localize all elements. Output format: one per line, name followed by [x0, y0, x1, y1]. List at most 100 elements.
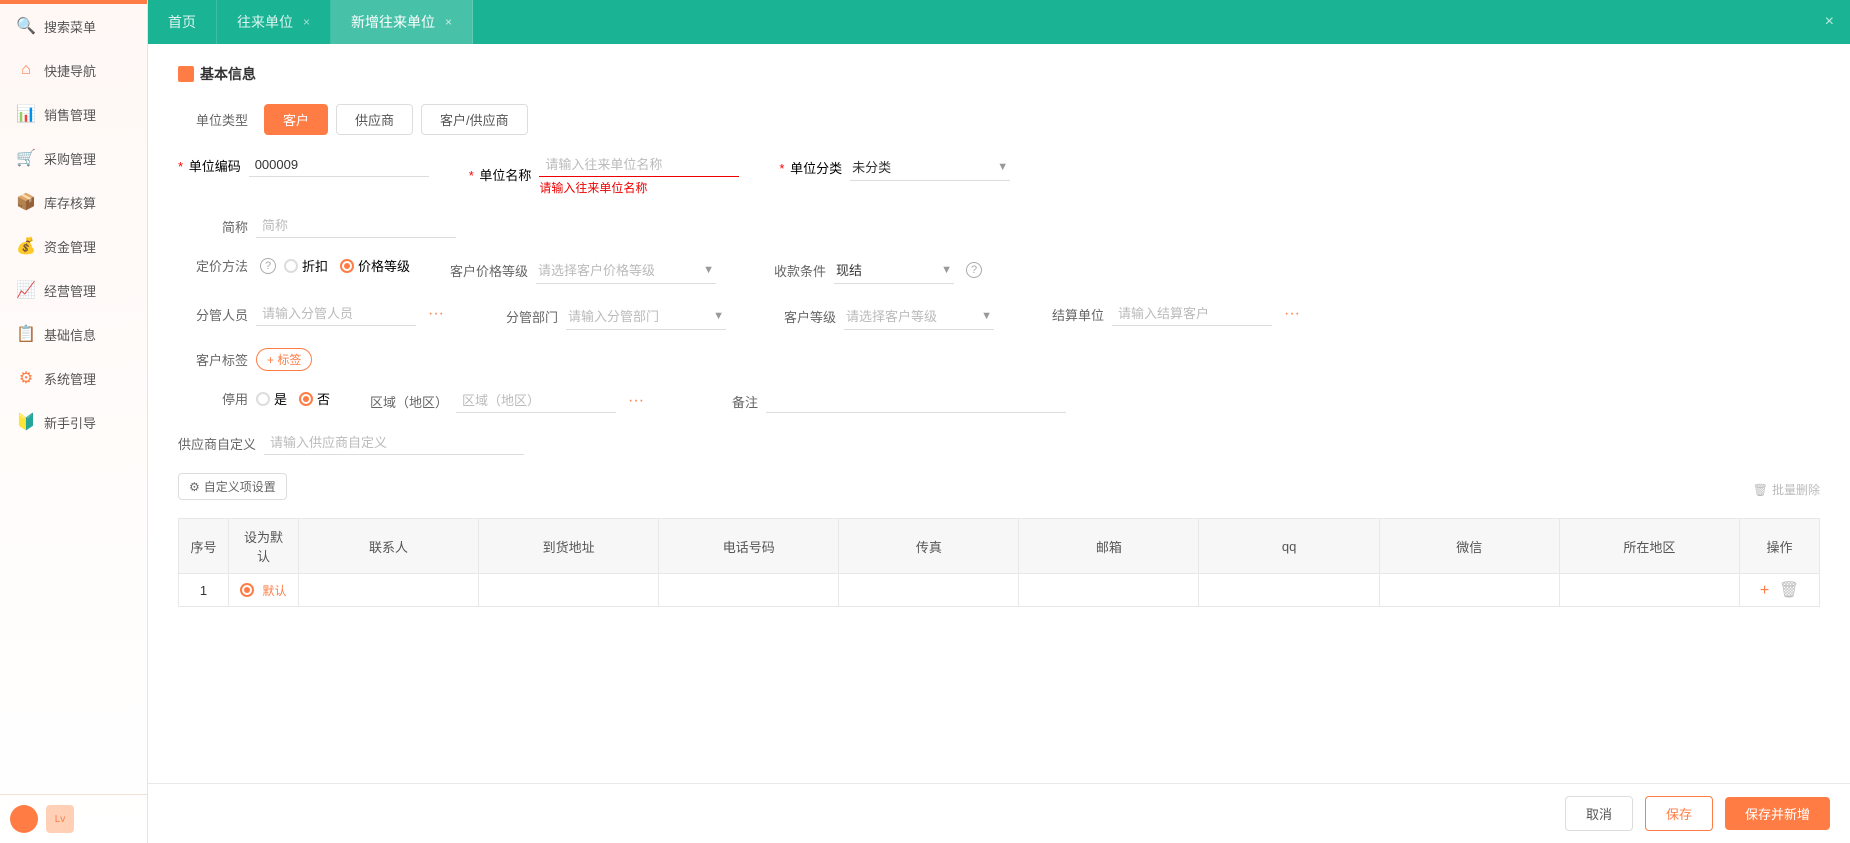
- save-and-new-button[interactable]: 保存并新增: [1725, 797, 1830, 830]
- pricing-method-label: 定价方法: [178, 256, 248, 275]
- row-qq[interactable]: [1199, 574, 1379, 607]
- window-close-button[interactable]: ×: [1825, 13, 1834, 31]
- email-input[interactable]: [1029, 583, 1188, 598]
- unit-type-supplier-btn[interactable]: 供应商: [336, 104, 413, 135]
- pricing-method-field: 定价方法 ? 折扣 价格等级: [178, 256, 410, 275]
- unit-code-input[interactable]: [249, 153, 429, 177]
- row-add-btn[interactable]: +: [1760, 582, 1769, 599]
- disabled-no-radio: [299, 392, 313, 406]
- tab-new-partner[interactable]: 新增往来单位 ×: [331, 0, 473, 44]
- manager-input[interactable]: [256, 302, 416, 326]
- address-input[interactable]: [489, 583, 648, 598]
- col-action: 操作: [1740, 519, 1820, 574]
- sidebar-item-finance[interactable]: 💰 资金管理: [0, 224, 147, 268]
- qq-input[interactable]: [1209, 583, 1368, 598]
- region-input[interactable]: [456, 389, 616, 413]
- contact-input[interactable]: [309, 583, 468, 598]
- unit-name-input[interactable]: [539, 153, 739, 177]
- manager-label: 分管人员: [178, 305, 248, 324]
- customer-price-field: 客户价格等级 请选择客户价格等级 ▼: [450, 256, 716, 284]
- manager-more-btn[interactable]: ···: [424, 305, 448, 323]
- unit-name-field: * 单位名称 请输入往来单位名称: [469, 153, 740, 196]
- phone-input[interactable]: [669, 583, 828, 598]
- sidebar-item-guide[interactable]: 🔰 新手引导: [0, 400, 147, 444]
- wechat-input[interactable]: [1390, 583, 1549, 598]
- customer-level-chevron: ▼: [981, 310, 992, 322]
- row-fax[interactable]: [839, 574, 1019, 607]
- unit-type-customer-btn[interactable]: 客户: [264, 104, 328, 135]
- tab-partners-close[interactable]: ×: [303, 15, 310, 29]
- pricing-discount-option[interactable]: 折扣: [284, 256, 328, 275]
- unit-name-input-wrap: 请输入往来单位名称: [539, 153, 739, 196]
- row-pricing: 定价方法 ? 折扣 价格等级 客户价格等级: [178, 256, 1820, 284]
- remark-field: 备注: [688, 389, 1820, 413]
- unit-type-both-btn[interactable]: 客户/供应商: [421, 104, 528, 135]
- settlement-input[interactable]: [1112, 302, 1272, 326]
- cancel-button[interactable]: 取消: [1565, 796, 1633, 831]
- tab-home[interactable]: 首页: [148, 0, 217, 44]
- customer-price-chevron: ▼: [703, 264, 714, 276]
- basic-icon: 📋: [16, 324, 36, 344]
- payment-condition-select[interactable]: 现结 ▼: [834, 256, 954, 284]
- sidebar-item-sales[interactable]: 📊 销售管理: [0, 92, 147, 136]
- customer-level-select[interactable]: 请选择客户等级 ▼: [844, 302, 994, 330]
- sidebar-item-system[interactable]: ⚙ 系统管理: [0, 356, 147, 400]
- disabled-yes-option[interactable]: 是: [256, 389, 287, 408]
- row-delete-btn[interactable]: 🗑: [1779, 582, 1799, 599]
- disabled-no-dot: [303, 396, 309, 402]
- row-wechat[interactable]: [1379, 574, 1559, 607]
- disabled-no-option[interactable]: 否: [299, 389, 330, 408]
- row-address[interactable]: [479, 574, 659, 607]
- col-wechat: 微信: [1379, 519, 1559, 574]
- region-more-btn[interactable]: ···: [624, 392, 648, 410]
- region-cell-input[interactable]: [1570, 583, 1729, 598]
- row-email[interactable]: [1019, 574, 1199, 607]
- row-contact[interactable]: [299, 574, 479, 607]
- default-radio-circle: [240, 583, 254, 597]
- row-region-cell[interactable]: [1559, 574, 1739, 607]
- tab-new-partner-close[interactable]: ×: [445, 15, 452, 29]
- row-shortname: 简称: [178, 214, 1820, 238]
- pricing-level-option[interactable]: 价格等级: [340, 256, 410, 275]
- sidebar-item-guide-label: 新手引导: [44, 413, 96, 432]
- table-section: ⚙ 自定义项设置 🗑 批量删除 序号 设为默认 联系人 到货地址 电话号码: [178, 473, 1820, 607]
- row-manager: 分管人员 ··· 分管部门 请输入分管部门 ▼ 客户等级 请选择客户等级 ▼: [178, 302, 1820, 330]
- department-select[interactable]: 请输入分管部门 ▼: [566, 302, 726, 330]
- short-name-input[interactable]: [256, 214, 456, 238]
- payment-help-icon[interactable]: ?: [966, 262, 982, 278]
- disabled-radio-group: 是 否: [256, 389, 330, 408]
- pricing-help-icon[interactable]: ?: [260, 258, 276, 274]
- col-default: 设为默认: [229, 519, 299, 574]
- remark-input[interactable]: [766, 389, 1066, 413]
- disabled-yes-radio: [256, 392, 270, 406]
- short-name-label: 简称: [178, 217, 248, 236]
- custom-settings-label: 自定义项设置: [204, 478, 276, 495]
- sidebar-item-quicknav[interactable]: ⌂ 快捷导航: [0, 48, 147, 92]
- sidebar-item-purchase[interactable]: 🛒 采购管理: [0, 136, 147, 180]
- table-header-row: 序号 设为默认 联系人 到货地址 电话号码 传真 邮箱 qq 微信 所在地区 操…: [179, 519, 1820, 574]
- row-phone[interactable]: [659, 574, 839, 607]
- sidebar-item-operations[interactable]: 📈 经营管理: [0, 268, 147, 312]
- tag-add-button[interactable]: + 标签: [256, 348, 312, 371]
- fax-input[interactable]: [849, 583, 1008, 598]
- sidebar-item-search[interactable]: 🔍 搜索菜单: [0, 4, 147, 48]
- col-phone: 电话号码: [659, 519, 839, 574]
- unit-category-select[interactable]: 未分类 ▼: [850, 153, 1010, 181]
- tab-partners-label: 往来单位: [237, 12, 293, 32]
- tab-partners[interactable]: 往来单位 ×: [217, 0, 331, 44]
- custom-settings-button[interactable]: ⚙ 自定义项设置: [178, 473, 287, 500]
- sidebar-item-basic[interactable]: 📋 基础信息: [0, 312, 147, 356]
- batch-delete-button[interactable]: 🗑 批量删除: [1753, 481, 1820, 498]
- customer-price-select[interactable]: 请选择客户价格等级 ▼: [536, 256, 716, 284]
- settlement-more-btn[interactable]: ···: [1280, 305, 1304, 323]
- pricing-radio-group: 折扣 价格等级: [284, 256, 410, 275]
- form-content: 基本信息 单位类型 客户 供应商 客户/供应商 * 单位编码 *: [148, 44, 1850, 783]
- supplier-custom-input[interactable]: [264, 431, 524, 455]
- unit-name-error-msg: 请输入往来单位名称: [539, 179, 739, 196]
- row-default-radio[interactable]: 默认: [239, 582, 288, 599]
- user-level: Lv: [46, 805, 74, 833]
- save-button[interactable]: 保存: [1645, 796, 1713, 831]
- row-disabled-region: 停用 是 否 区域（地区）: [178, 389, 1820, 413]
- operations-icon: 📈: [16, 280, 36, 300]
- sidebar-item-inventory[interactable]: 📦 库存核算: [0, 180, 147, 224]
